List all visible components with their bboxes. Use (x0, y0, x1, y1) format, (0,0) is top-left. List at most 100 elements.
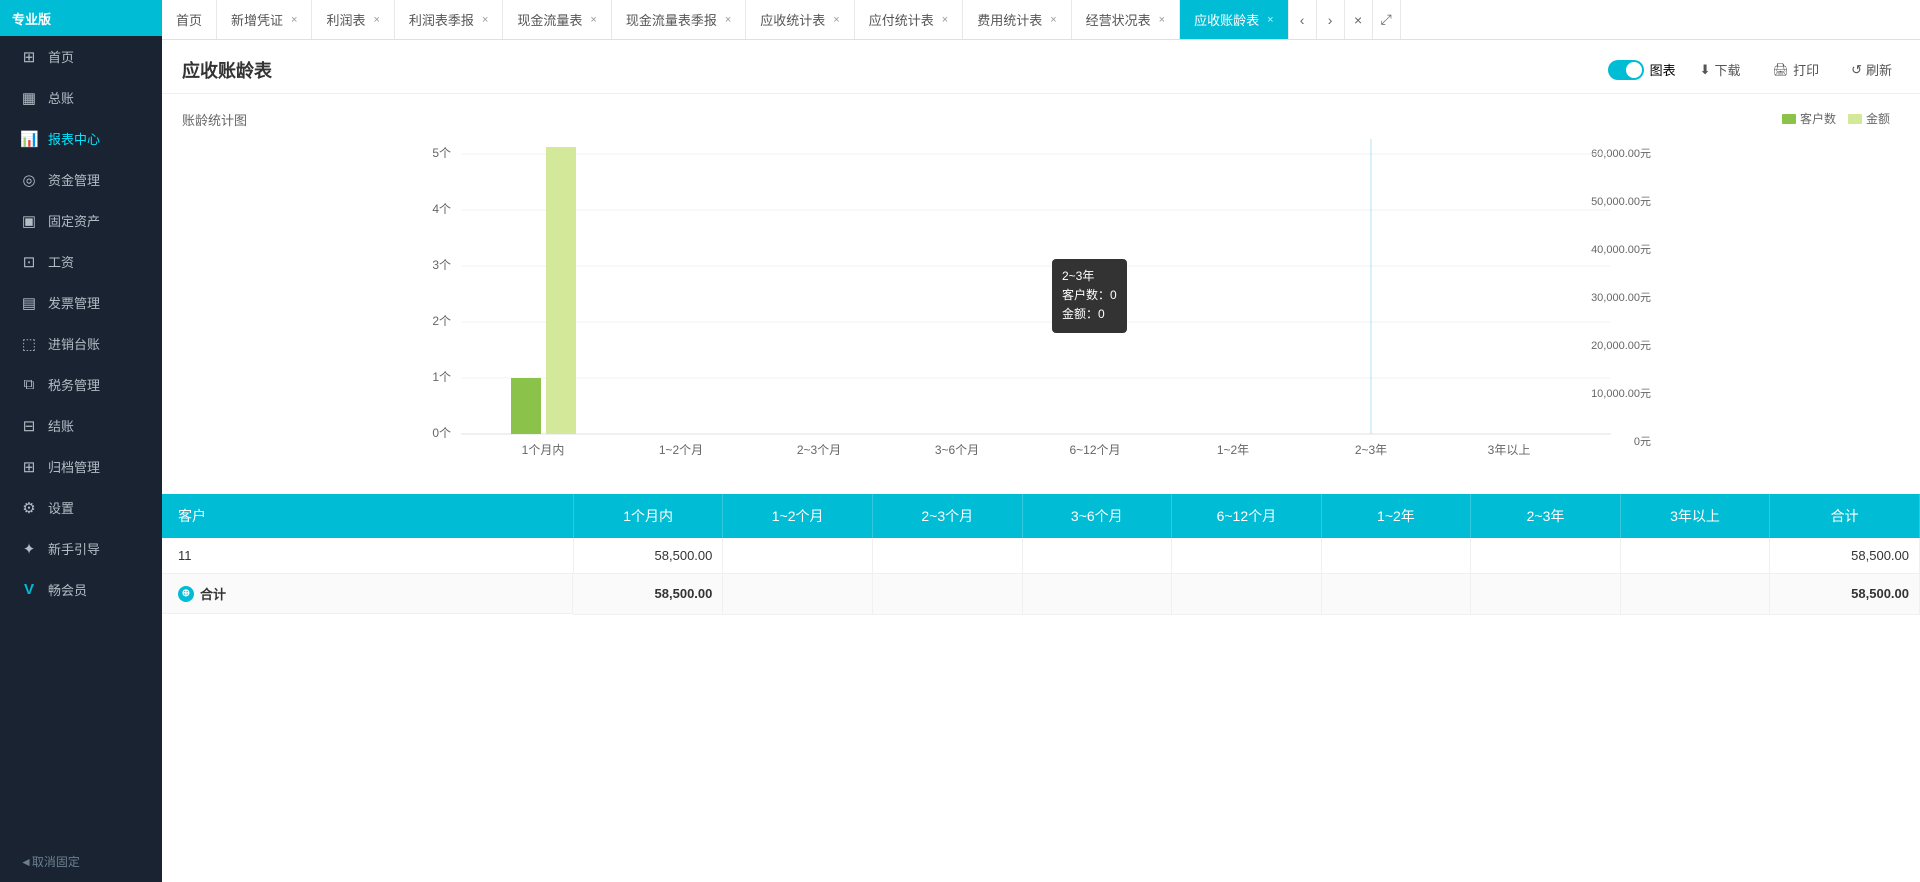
assets-icon: ▣ (20, 212, 38, 230)
download-icon: ⬇ (1700, 62, 1711, 78)
sidebar-item-salary[interactable]: ⊡ 工资 (0, 241, 162, 282)
tab-profit[interactable]: 利润表 × (312, 0, 394, 40)
chart-toggle[interactable]: 图表 (1608, 60, 1676, 80)
sidebar-label-settle: 结账 (48, 416, 74, 435)
print-label: 打印 (1793, 60, 1819, 79)
total-m4 (1022, 574, 1172, 615)
svg-text:30,000.00元: 30,000.00元 (1591, 292, 1651, 304)
bar-amount-0[interactable] (546, 147, 576, 434)
tab-operations-label: 经营状况表 (1086, 10, 1151, 29)
sidebar: 专业版 ⊞ 首页 ▦ 总账 📊 报表中心 ◎ 资金管理 ▣ 固定资产 ⊡ 工资 … (0, 0, 162, 882)
total-m6 (1321, 574, 1471, 615)
total-m8 (1620, 574, 1770, 615)
sidebar-item-funds[interactable]: ◎ 资金管理 (0, 159, 162, 200)
row-m3 (872, 538, 1022, 574)
settle-icon: ⊟ (20, 417, 38, 435)
tab-next-button[interactable]: › (1317, 0, 1345, 40)
tab-expense-close[interactable]: × (1050, 14, 1056, 26)
logo-text: 专业版 (12, 9, 51, 28)
col-total: 合计 (1770, 494, 1920, 538)
sidebar-item-tax[interactable]: ⧉ 税务管理 (0, 364, 162, 405)
refresh-button[interactable]: ↺ 刷新 (1843, 56, 1900, 83)
svg-text:5个: 5个 (432, 146, 451, 160)
tab-prev-button[interactable]: ‹ (1289, 0, 1317, 40)
tab-cashflow-q-close[interactable]: × (725, 14, 731, 26)
row-m7 (1471, 538, 1621, 574)
main-area: 首页 新增凭证 × 利润表 × 利润表季报 × 现金流量表 × 现金流量表季报 … (162, 0, 1920, 882)
tab-cashflow-q-label: 现金流量表季报 (626, 10, 717, 29)
col-m1: 1个月内 (573, 494, 723, 538)
sidebar-item-member[interactable]: V 畅会员 (0, 569, 162, 610)
tab-profit-q-close[interactable]: × (482, 14, 488, 26)
tab-ar-stats[interactable]: 应收统计表 × (746, 0, 854, 40)
svg-text:1个月内: 1个月内 (522, 443, 565, 457)
svg-text:50,000.00元: 50,000.00元 (1591, 196, 1651, 208)
download-label: 下载 (1715, 60, 1741, 79)
content-area: 应收账龄表 图表 ⬇ 下载 🖨 打印 ↺ 刷新 (162, 40, 1920, 882)
reports-icon: 📊 (20, 130, 38, 148)
tab-ar-aging-label: 应收账龄表 (1194, 10, 1259, 29)
row-total: 58,500.00 (1770, 538, 1920, 574)
sidebar-label-home: 首页 (48, 47, 74, 66)
svg-text:3个: 3个 (432, 258, 451, 272)
tab-operations-close[interactable]: × (1159, 14, 1165, 26)
sidebar-item-ledger[interactable]: ▦ 总账 (0, 77, 162, 118)
total-m7 (1471, 574, 1621, 615)
row-m8 (1620, 538, 1770, 574)
print-icon: 🖨 (1773, 62, 1790, 78)
sidebar-item-archive[interactable]: ⊞ 归档管理 (0, 446, 162, 487)
tab-ap-stats-close[interactable]: × (942, 14, 948, 26)
sidebar-item-invoice[interactable]: ▤ 发票管理 (0, 282, 162, 323)
toggle-track[interactable] (1608, 60, 1644, 80)
chart-container: 5个 4个 3个 2个 1个 0个 60,000.00元 50,000.00元 … (182, 139, 1900, 489)
tab-cashflow[interactable]: 现金流量表 × (503, 0, 611, 40)
tab-expense[interactable]: 费用统计表 × (963, 0, 1071, 40)
sidebar-item-settle[interactable]: ⊟ 结账 (0, 405, 162, 446)
tab-voucher[interactable]: 新增凭证 × (217, 0, 312, 40)
tax-icon: ⧉ (20, 376, 38, 393)
tab-fullscreen-button[interactable]: ⤢ (1373, 0, 1401, 40)
bar-customer-0[interactable] (511, 378, 541, 434)
svg-text:0个: 0个 (432, 426, 451, 440)
download-button[interactable]: ⬇ 下载 (1692, 56, 1749, 83)
tab-cashflow-q[interactable]: 现金流量表季报 × (612, 0, 746, 40)
tab-ap-stats[interactable]: 应付统计表 × (855, 0, 963, 40)
tab-operations[interactable]: 经营状况表 × (1072, 0, 1180, 40)
row-m4 (1022, 538, 1172, 574)
tab-voucher-close[interactable]: × (291, 14, 297, 26)
archive-icon: ⊞ (20, 458, 38, 476)
col-customer: 客户 (162, 494, 573, 538)
chart-toggle-label: 图表 (1650, 60, 1676, 79)
page-header: 应收账龄表 图表 ⬇ 下载 🖨 打印 ↺ 刷新 (162, 40, 1920, 94)
member-icon: V (20, 581, 38, 598)
col-m2: 1~2个月 (723, 494, 873, 538)
col-m7: 2~3年 (1471, 494, 1621, 538)
tab-ar-aging-close[interactable]: × (1267, 14, 1273, 26)
sidebar-item-home[interactable]: ⊞ 首页 (0, 36, 162, 77)
chart-svg: 5个 4个 3个 2个 1个 0个 60,000.00元 50,000.00元 … (182, 139, 1900, 479)
col-m5: 6~12个月 (1172, 494, 1322, 538)
sidebar-item-reports[interactable]: 📊 报表中心 (0, 118, 162, 159)
guide-icon: ✦ (20, 540, 38, 558)
tab-cashflow-close[interactable]: × (590, 14, 596, 26)
tab-expense-label: 费用统计表 (977, 10, 1042, 29)
unpin-button[interactable]: ◄取消固定 (0, 841, 162, 882)
sidebar-item-settings[interactable]: ⚙ 设置 (0, 487, 162, 528)
tab-home[interactable]: 首页 (162, 0, 217, 40)
row-m1: 58,500.00 (573, 538, 723, 574)
chart-title: 账龄统计图 (182, 110, 1900, 129)
legend-customer-color (1782, 114, 1796, 124)
print-button[interactable]: 🖨 打印 (1765, 56, 1828, 83)
tab-ar-stats-close[interactable]: × (833, 14, 839, 26)
tab-ar-aging[interactable]: 应收账龄表 × (1180, 0, 1288, 40)
tab-profit-close[interactable]: × (373, 14, 379, 26)
tab-home-label: 首页 (176, 10, 202, 29)
tab-close-all-button[interactable]: × (1345, 0, 1373, 40)
sidebar-item-sales[interactable]: ⬚ 进销台账 (0, 323, 162, 364)
sidebar-item-assets[interactable]: ▣ 固定资产 (0, 200, 162, 241)
sidebar-label-settings: 设置 (48, 498, 74, 517)
tab-profit-q[interactable]: 利润表季报 × (395, 0, 503, 40)
sidebar-item-guide[interactable]: ✦ 新手引导 (0, 528, 162, 569)
unpin-label: ◄取消固定 (20, 853, 80, 870)
svg-text:2~3个月: 2~3个月 (797, 443, 841, 457)
